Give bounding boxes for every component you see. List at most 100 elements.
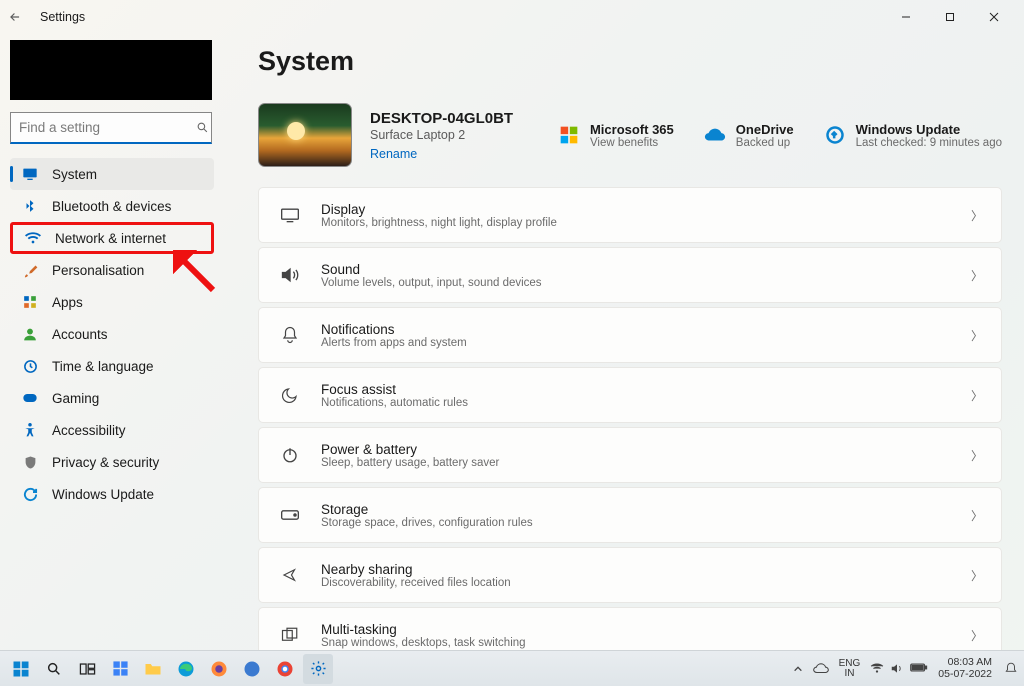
nav-label: Windows Update	[52, 487, 154, 502]
windows-update-icon	[824, 124, 846, 146]
nav-label: Apps	[52, 295, 83, 310]
main-content: System DESKTOP-04GL0BT Surface Laptop 2 …	[224, 34, 1024, 650]
lang-code: ENG	[839, 659, 861, 669]
nav-label: System	[52, 167, 97, 182]
sidebar-item-accounts[interactable]: Accounts	[10, 318, 214, 350]
card-power[interactable]: Power & batterySleep, battery usage, bat…	[258, 427, 1002, 483]
sidebar-item-network[interactable]: Network & internet	[10, 222, 214, 254]
pill-sub: View benefits	[590, 137, 674, 149]
person-icon	[20, 324, 40, 344]
ms365-icon	[558, 124, 580, 146]
rename-link[interactable]: Rename	[370, 147, 513, 161]
sidebar-item-system[interactable]: System	[10, 158, 214, 190]
tray-clock[interactable]: 08:03 AM 05-07-2022	[938, 657, 994, 680]
sidebar-item-apps[interactable]: Apps	[10, 286, 214, 318]
maximize-button[interactable]	[928, 3, 972, 31]
nav-label: Personalisation	[52, 263, 144, 278]
chevron-right-icon: 〉	[971, 207, 983, 224]
taskbar-app[interactable]	[237, 654, 267, 684]
sidebar: System Bluetooth & devices Network & int…	[0, 34, 224, 650]
back-button[interactable]	[8, 10, 32, 24]
taskbar-search[interactable]	[39, 654, 69, 684]
card-sub: Snap windows, desktops, task switching	[321, 637, 526, 649]
card-sub: Storage space, drives, configuration rul…	[321, 517, 533, 529]
moon-icon	[277, 382, 303, 408]
card-sub: Sleep, battery usage, battery saver	[321, 457, 499, 469]
clock-date: 05-07-2022	[938, 669, 992, 681]
chevron-right-icon: 〉	[971, 387, 983, 404]
sidebar-item-update[interactable]: Windows Update	[10, 478, 214, 510]
accessibility-icon	[20, 420, 40, 440]
clock-time: 08:03 AM	[948, 657, 992, 669]
minimize-button[interactable]	[884, 3, 928, 31]
bluetooth-icon	[20, 196, 40, 216]
card-title: Storage	[321, 502, 533, 517]
bell-icon	[277, 322, 303, 348]
status-onedrive[interactable]: OneDrive Backed up	[704, 122, 794, 149]
settings-list: DisplayMonitors, brightness, night light…	[258, 187, 1002, 650]
start-button[interactable]	[6, 654, 36, 684]
card-title: Multi-tasking	[321, 622, 526, 637]
taskbar-edge[interactable]	[171, 654, 201, 684]
status-ms365[interactable]: Microsoft 365 View benefits	[558, 122, 674, 149]
tray-battery-icon	[910, 662, 928, 675]
tray-wifi-icon	[870, 662, 884, 675]
card-sub: Notifications, automatic rules	[321, 397, 468, 409]
sidebar-item-gaming[interactable]: Gaming	[10, 382, 214, 414]
card-notifications[interactable]: NotificationsAlerts from apps and system…	[258, 307, 1002, 363]
taskbar-chrome[interactable]	[270, 654, 300, 684]
sidebar-item-bluetooth[interactable]: Bluetooth & devices	[10, 190, 214, 222]
card-title: Focus assist	[321, 382, 468, 397]
chevron-right-icon: 〉	[971, 567, 983, 584]
taskbar-widgets[interactable]	[105, 654, 135, 684]
close-button[interactable]	[972, 3, 1016, 31]
chevron-right-icon: 〉	[971, 327, 983, 344]
page-heading: System	[258, 46, 1002, 77]
pill-title: OneDrive	[736, 122, 794, 137]
taskbar-taskview[interactable]	[72, 654, 102, 684]
tray-volume-icon	[890, 662, 904, 675]
device-row: DESKTOP-04GL0BT Surface Laptop 2 Rename …	[258, 103, 1002, 167]
tray-language[interactable]: ENG IN	[839, 659, 861, 679]
multitask-icon	[277, 622, 303, 648]
chevron-right-icon: 〉	[971, 507, 983, 524]
nav-label: Privacy & security	[52, 455, 159, 470]
card-storage[interactable]: StorageStorage space, drives, configurat…	[258, 487, 1002, 543]
taskbar-firefox[interactable]	[204, 654, 234, 684]
tray-icons[interactable]	[870, 662, 928, 675]
card-multitasking[interactable]: Multi-taskingSnap windows, desktops, tas…	[258, 607, 1002, 650]
tray-chevron-icon[interactable]	[793, 665, 803, 673]
card-sub: Alerts from apps and system	[321, 337, 467, 349]
card-nearby[interactable]: Nearby sharingDiscoverability, received …	[258, 547, 1002, 603]
sidebar-item-privacy[interactable]: Privacy & security	[10, 446, 214, 478]
chevron-right-icon: 〉	[971, 267, 983, 284]
card-title: Notifications	[321, 322, 467, 337]
sound-icon	[277, 262, 303, 288]
tray-onedrive-icon[interactable]	[813, 663, 829, 674]
sidebar-item-personalisation[interactable]: Personalisation	[10, 254, 214, 286]
search-input[interactable]	[19, 120, 196, 135]
display-icon	[277, 202, 303, 228]
card-title: Sound	[321, 262, 542, 277]
power-icon	[277, 442, 303, 468]
sidebar-item-time[interactable]: Time & language	[10, 350, 214, 382]
nav-label: Gaming	[52, 391, 99, 406]
search-box[interactable]	[10, 112, 212, 144]
lang-region: IN	[844, 669, 854, 679]
nav-label: Network & internet	[55, 231, 166, 246]
tray-notifications-icon[interactable]	[1004, 661, 1018, 677]
card-sub: Monitors, brightness, night light, displ…	[321, 217, 557, 229]
card-sound[interactable]: SoundVolume levels, output, input, sound…	[258, 247, 1002, 303]
taskbar-explorer[interactable]	[138, 654, 168, 684]
card-display[interactable]: DisplayMonitors, brightness, night light…	[258, 187, 1002, 243]
nav-label: Bluetooth & devices	[52, 199, 171, 214]
user-panel	[10, 40, 212, 100]
onedrive-icon	[704, 124, 726, 146]
taskbar-settings[interactable]	[303, 654, 333, 684]
device-thumbnail[interactable]	[258, 103, 352, 167]
chevron-right-icon: 〉	[971, 627, 983, 644]
status-update[interactable]: Windows Update Last checked: 9 minutes a…	[824, 122, 1002, 149]
device-name: DESKTOP-04GL0BT	[370, 110, 513, 127]
card-focus[interactable]: Focus assistNotifications, automatic rul…	[258, 367, 1002, 423]
sidebar-item-accessibility[interactable]: Accessibility	[10, 414, 214, 446]
